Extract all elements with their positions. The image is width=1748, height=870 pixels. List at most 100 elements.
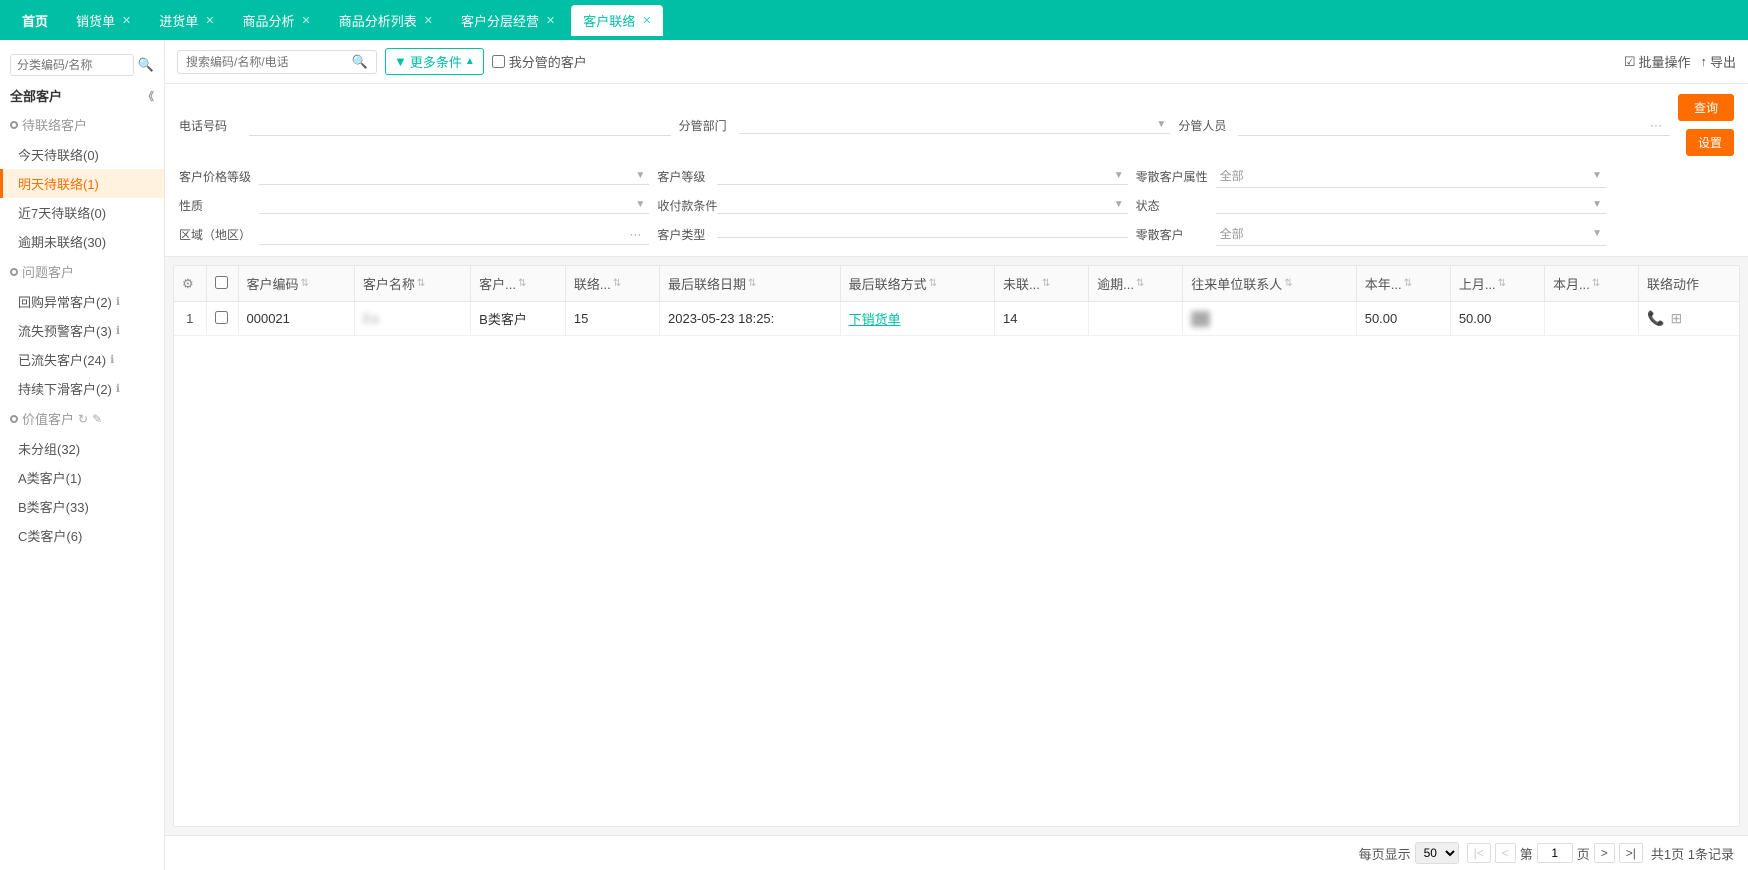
sort-lm-icon[interactable]: ⇅ — [1498, 278, 1506, 289]
next-page-btn[interactable]: > — [1594, 843, 1615, 863]
grade-arrow-icon: ▼ — [635, 170, 645, 181]
group-dot-icon2 — [10, 268, 18, 276]
nav-home[interactable]: 首页 — [10, 5, 60, 36]
filter-grade: 客户价格等级 ▼ — [179, 167, 649, 185]
sort-method-icon[interactable]: ⇅ — [929, 278, 937, 289]
payment-arrow-icon: ▼ — [1114, 199, 1124, 210]
select-all-checkbox[interactable] — [215, 276, 228, 289]
nav-customer-tier[interactable]: 客户分层经营 ✕ — [449, 5, 567, 36]
sort-type-icon[interactable]: ⇅ — [518, 278, 526, 289]
status-arrow-icon: ▼ — [1592, 199, 1602, 210]
column-settings-icon[interactable]: ⚙ — [182, 276, 194, 291]
retail-customer-arrow-icon: ▼ — [1592, 228, 1602, 239]
filter-more-btn[interactable]: ▼ 更多条件 ▲ — [385, 48, 484, 75]
content-area: 🔍 ▼ 更多条件 ▲ 我分管的客户 ☑ 批量操作 ↑ 导出 — [165, 40, 1748, 870]
customer-level-select[interactable]: ▼ — [717, 167, 1127, 185]
my-customers-check[interactable] — [492, 55, 505, 68]
nav-customer-contact-close[interactable]: ✕ — [642, 14, 651, 27]
per-page-select[interactable]: 50 — [1415, 842, 1459, 864]
row-checkbox[interactable] — [215, 311, 228, 324]
sidebar-item-today-pending[interactable]: 今天待联络(0) — [0, 140, 164, 169]
sidebar-item-declining[interactable]: 持续下滑客户(2) ℹ — [0, 374, 164, 403]
status-select[interactable]: ▼ — [1216, 196, 1606, 214]
sort-overdue-icon[interactable]: ⇅ — [1136, 278, 1144, 289]
th-type: 客户...⇅ — [471, 266, 566, 302]
sidebar-item-churn-warning[interactable]: 流失预警客户(3) ℹ — [0, 316, 164, 345]
customer-type-input[interactable] — [717, 231, 1127, 238]
filter-row-3: 性质 ▼ 收付款条件 ▼ 状态 — [179, 196, 1734, 214]
footer-page-size: 每页显示 50 — [1359, 842, 1459, 864]
info-icon-churned: ℹ — [110, 353, 114, 366]
first-page-btn[interactable]: |< — [1467, 843, 1491, 863]
cell-type: B类客户 — [471, 302, 566, 336]
payment-select[interactable]: ▼ — [717, 196, 1127, 214]
nav-product-list[interactable]: 商品分析列表 ✕ — [327, 5, 445, 36]
edit-icon[interactable]: ✎ — [92, 412, 102, 426]
sidebar-item-class-b[interactable]: B类客户(33) — [0, 492, 164, 521]
page-input[interactable] — [1537, 843, 1573, 863]
main-layout: 🔍 全部客户 《 待联络客户 今天待联络(0) 明天待联络(1) 近7天待联络(… — [0, 40, 1748, 870]
nav-product-analysis[interactable]: 商品分析 ✕ — [230, 5, 322, 36]
sort-tm-icon[interactable]: ⇅ — [1592, 278, 1600, 289]
manager-input-area: ··· — [1238, 115, 1670, 136]
table-header-row: ⚙ 客户编码⇅ 客户名称⇅ 客户...⇅ — [174, 266, 1739, 302]
sidebar-item-week-pending[interactable]: 近7天待联络(0) — [0, 198, 164, 227]
my-customers-checkbox[interactable]: 我分管的客户 — [492, 52, 587, 71]
query-btn[interactable]: 查询 — [1678, 94, 1734, 121]
filter-status: 状态 ▼ — [1136, 196, 1606, 214]
filter-row-2: 客户价格等级 ▼ 客户等级 ▼ 零散客户属性 全部 — [179, 164, 1734, 188]
cell-no: 1 — [174, 302, 206, 336]
nav-sales-close[interactable]: ✕ — [122, 14, 131, 27]
grade-select[interactable]: ▼ — [259, 167, 649, 185]
sort-unit-icon[interactable]: ⇅ — [1284, 278, 1292, 289]
sort-nc-icon[interactable]: ⇅ — [1042, 278, 1050, 289]
sidebar-item-class-c[interactable]: C类客户(6) — [0, 521, 164, 550]
sort-code-icon[interactable]: ⇅ — [301, 278, 309, 289]
nav-customer-tier-close[interactable]: ✕ — [546, 14, 555, 27]
filter-nature: 性质 ▼ — [179, 196, 649, 214]
sidebar-item-tomorrow-pending[interactable]: 明天待联络(1) — [0, 169, 164, 198]
sidebar-item-class-a[interactable]: A类客户(1) — [0, 463, 164, 492]
sidebar-item-churned[interactable]: 已流失客户(24) ℹ — [0, 345, 164, 374]
retail-attr-select[interactable]: 全部 ▼ — [1216, 164, 1606, 188]
action-phone-icon[interactable]: 📞 — [1647, 310, 1664, 327]
nav-product-list-close[interactable]: ✕ — [424, 14, 433, 27]
sidebar-item-repurchase[interactable]: 回购异常客户(2) ℹ — [0, 287, 164, 316]
last-page-btn[interactable]: >| — [1619, 843, 1643, 863]
sort-contacts-icon[interactable]: ⇅ — [613, 278, 621, 289]
nav-sales[interactable]: 销货单 ✕ — [64, 5, 143, 36]
dept-select[interactable]: ▼ — [739, 116, 1171, 134]
retail-customer-select[interactable]: 全部 ▼ — [1216, 222, 1606, 246]
manager-dots-icon[interactable]: ··· — [1646, 118, 1666, 132]
search-input[interactable] — [186, 55, 348, 69]
nav-purchase[interactable]: 进货单 ✕ — [147, 5, 226, 36]
prev-page-btn[interactable]: < — [1495, 843, 1516, 863]
sidebar-item-ungroup[interactable]: 未分组(32) — [0, 434, 164, 463]
refresh-icon[interactable]: ↻ — [78, 412, 88, 426]
search-icon[interactable]: 🔍 — [352, 54, 368, 70]
region-dots-icon[interactable]: ··· — [625, 227, 645, 241]
nature-select[interactable]: ▼ — [259, 196, 649, 214]
action-more-icon[interactable]: ⊞ — [1670, 310, 1682, 327]
cell-last-contact-method: 下销货单 — [840, 302, 994, 336]
cell-last-contact-date: 2023-05-23 18:25: — [660, 302, 841, 336]
phone-input[interactable] — [249, 115, 671, 136]
sort-name-icon[interactable]: ⇅ — [417, 278, 425, 289]
nav-customer-contact[interactable]: 客户联络 ✕ — [571, 5, 663, 36]
sidebar-search-icon[interactable]: 🔍 — [138, 57, 154, 73]
sidebar-item-overdue[interactable]: 逾期未联络(30) — [0, 227, 164, 256]
toolbar: 🔍 ▼ 更多条件 ▲ 我分管的客户 ☑ 批量操作 ↑ 导出 — [165, 40, 1748, 84]
sort-year-icon[interactable]: ⇅ — [1404, 278, 1412, 289]
contact-method-link[interactable]: 下销货单 — [849, 312, 901, 327]
footer-total: 共1页 1条记录 — [1651, 844, 1734, 863]
nav-product-analysis-close[interactable]: ✕ — [302, 14, 311, 27]
nav-purchase-close[interactable]: ✕ — [205, 14, 214, 27]
sort-date-icon[interactable]: ⇅ — [748, 278, 756, 289]
batch-operate-btn[interactable]: ☑ 批量操作 — [1624, 52, 1691, 71]
sidebar-search-input[interactable] — [10, 54, 134, 76]
sidebar-all-customers[interactable]: 全部客户 《 — [0, 82, 164, 109]
setting-btn[interactable]: 设置 — [1686, 129, 1734, 156]
customer-name-blurred: Ea — [363, 311, 379, 326]
dept-arrow-icon: ▼ — [1156, 119, 1166, 130]
export-btn[interactable]: ↑ 导出 — [1700, 52, 1736, 71]
